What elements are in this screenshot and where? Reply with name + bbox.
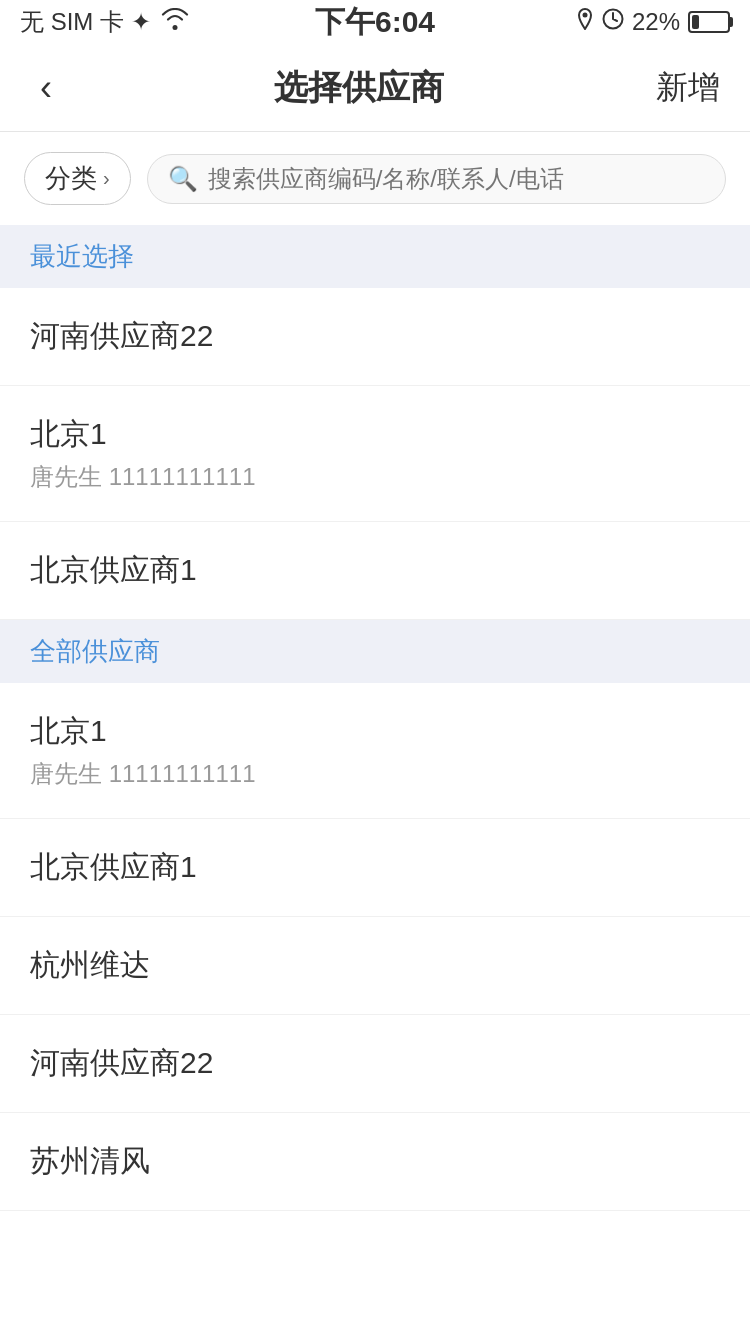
category-filter[interactable]: 分类 › (24, 152, 131, 205)
all-section-header: 全部供应商 (0, 620, 750, 683)
item-name: 河南供应商22 (30, 1043, 720, 1084)
item-name: 河南供应商22 (30, 316, 720, 357)
item-sub: 唐先生 11111111111 (30, 758, 720, 790)
status-left: 无 SIM 卡 ✦ (20, 6, 189, 38)
recent-section-label: 最近选择 (30, 241, 134, 271)
recent-list: 河南供应商22 北京1 唐先生 11111111111 北京供应商1 (0, 288, 750, 620)
clock-icon (602, 8, 624, 36)
item-name: 苏州清风 (30, 1141, 720, 1182)
item-name: 北京1 (30, 414, 720, 455)
nav-bar: ‹ 选择供应商 新增 (0, 44, 750, 132)
sim-text: 无 SIM 卡 ✦ (20, 6, 151, 38)
status-bar: 无 SIM 卡 ✦ 下午6:04 22% (0, 0, 750, 44)
list-item[interactable]: 北京1 唐先生 11111111111 (0, 386, 750, 522)
search-box[interactable]: 🔍 (147, 154, 726, 204)
battery-icon (688, 11, 730, 33)
chevron-icon: › (103, 167, 110, 190)
item-name: 北京1 (30, 711, 720, 752)
page-title: 选择供应商 (274, 65, 444, 111)
list-item[interactable]: 河南供应商22 (0, 1015, 750, 1113)
search-icon: 🔍 (168, 165, 198, 193)
search-input[interactable] (208, 165, 705, 193)
all-section-label: 全部供应商 (30, 636, 160, 666)
add-button[interactable]: 新增 (656, 66, 720, 110)
category-label: 分类 (45, 161, 97, 196)
battery-text: 22% (632, 8, 680, 36)
wifi-icon (161, 8, 189, 36)
list-item[interactable]: 河南供应商22 (0, 288, 750, 386)
svg-point-0 (582, 13, 587, 18)
back-button[interactable]: ‹ (30, 57, 62, 119)
all-list: 北京1 唐先生 11111111111 北京供应商1 杭州维达河南供应商22 苏州清风 (0, 683, 750, 1211)
recent-section-header: 最近选择 (0, 225, 750, 288)
item-name: 杭州维达 (30, 945, 720, 986)
list-item[interactable]: 北京1 唐先生 11111111111 (0, 683, 750, 819)
list-item[interactable]: 北京供应商1 (0, 522, 750, 620)
filter-bar: 分类 › 🔍 (0, 132, 750, 225)
item-name: 北京供应商1 (30, 550, 720, 591)
status-time: 下午6:04 (315, 2, 435, 43)
item-sub: 唐先生 11111111111 (30, 461, 720, 493)
location-icon (576, 8, 594, 36)
status-right: 22% (576, 8, 730, 36)
item-name: 北京供应商1 (30, 847, 720, 888)
list-item[interactable]: 杭州维达 (0, 917, 750, 1015)
list-item[interactable]: 北京供应商1 (0, 819, 750, 917)
list-item[interactable]: 苏州清风 (0, 1113, 750, 1211)
